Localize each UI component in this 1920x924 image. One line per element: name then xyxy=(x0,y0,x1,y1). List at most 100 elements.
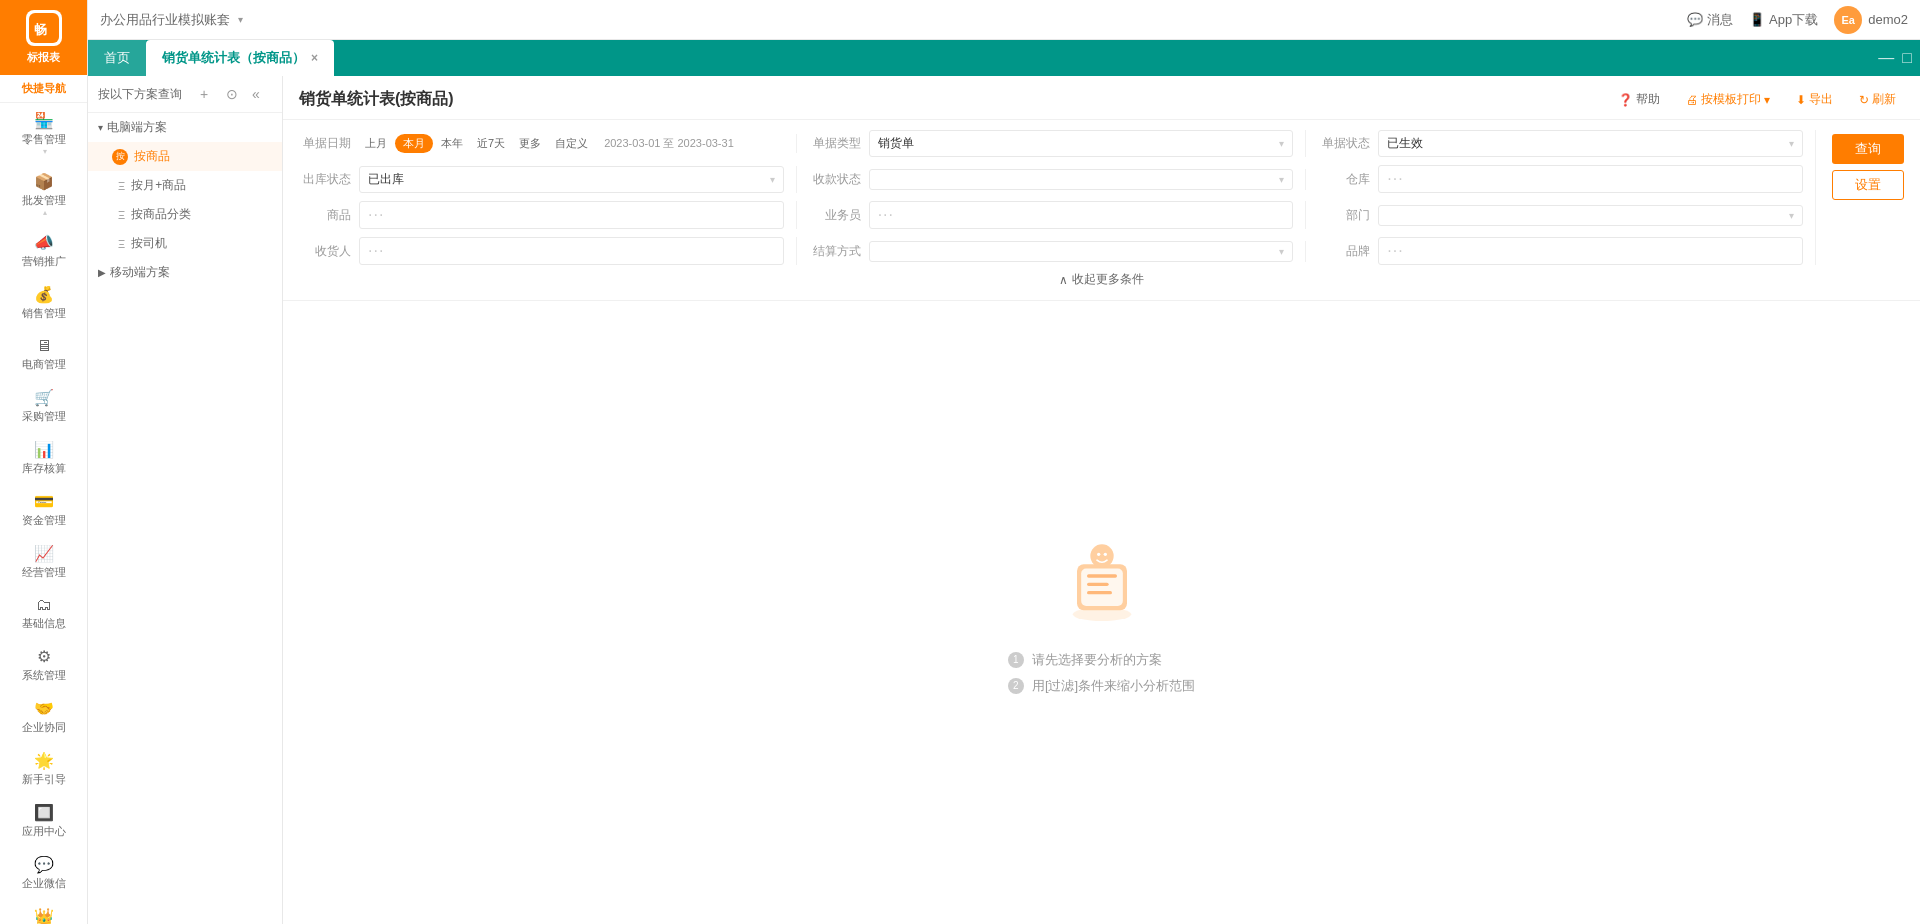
collapse-label: 收起更多条件 xyxy=(1072,271,1144,288)
scheme-sub-item-driver[interactable]: Ξ 按司机 xyxy=(88,229,282,258)
industry-label: 办公用品行业模拟账套 xyxy=(100,11,230,29)
basics-label: 基础信息 xyxy=(22,616,66,631)
sidebar-item-enterprise[interactable]: 🤝 企业协同 xyxy=(0,691,87,743)
sidebar-item-system[interactable]: ⚙ 系统管理 xyxy=(0,639,87,691)
print-btn[interactable]: 🖨 按模板打印 ▾ xyxy=(1678,88,1778,111)
filter-area: 单据日期 上月 本月 本年 近7天 更多 自定义 xyxy=(283,120,1920,301)
wholesale-label: 批发管理 xyxy=(22,193,66,208)
date-btn-more[interactable]: 更多 xyxy=(513,134,547,153)
svg-rect-4 xyxy=(1081,568,1123,606)
sidebar-item-basics[interactable]: 🗂 基础信息 xyxy=(0,588,87,639)
tab-home[interactable]: 首页 xyxy=(88,40,146,76)
sidebar-item-ecom[interactable]: 🖥 电商管理 xyxy=(0,329,87,380)
app-download-btn[interactable]: 📱 App下载 xyxy=(1749,11,1818,29)
sidebar-item-guide[interactable]: 🌟 新手引导 xyxy=(0,743,87,795)
page-title: 销货单统计表(按商品) xyxy=(299,89,454,110)
settings-btn[interactable]: 设置 xyxy=(1832,170,1904,200)
ecom-label: 电商管理 xyxy=(22,357,66,372)
date-btn-thismonth[interactable]: 本月 xyxy=(395,134,433,153)
refresh-label: 刷新 xyxy=(1872,91,1896,108)
sidebar-item-finance[interactable]: 💳 资金管理 xyxy=(0,484,87,536)
sub-item-icon-1: Ξ xyxy=(118,180,125,192)
svg-rect-7 xyxy=(1087,591,1112,594)
date-btn-custom[interactable]: 自定义 xyxy=(549,134,594,153)
goods-label: 商品 xyxy=(299,207,359,224)
doc-type-label: 单据类型 xyxy=(809,135,869,152)
scheme-panel-header: 按以下方案查询 + ⊙ « xyxy=(88,76,282,113)
guide-icon: 🌟 xyxy=(34,751,54,770)
sidebar-logo: 畅 标报表 xyxy=(0,0,87,75)
date-btn-thisyear[interactable]: 本年 xyxy=(435,134,469,153)
salesman-input[interactable]: ··· xyxy=(869,201,1294,229)
sidebar-item-sales[interactable]: 💰 销售管理 xyxy=(0,277,87,329)
scheme-group-mobile-title[interactable]: ▶ 移动端方案 xyxy=(88,258,282,287)
sidebar-item-wholesale[interactable]: 📦 批发管理 ▴ xyxy=(0,164,87,225)
recipient-dots: ··· xyxy=(368,242,384,260)
sidebar-item-purchase[interactable]: 🛒 采购管理 xyxy=(0,380,87,432)
ecom-icon: 🖥 xyxy=(36,337,52,355)
empty-tip-2: 2 用[过滤]条件来缩小分析范围 xyxy=(1008,677,1195,695)
receipt-status-arrow: ▾ xyxy=(1279,174,1284,185)
goods-input[interactable]: ··· xyxy=(359,201,784,229)
scheme-collapse-btn[interactable]: « xyxy=(252,84,272,104)
download-icon: 📱 xyxy=(1749,12,1765,27)
scheme-header-label: 按以下方案查询 xyxy=(98,86,194,103)
payment-arrow: ▾ xyxy=(1279,246,1284,257)
sidebar-item-marketing[interactable]: 📣 营销推广 xyxy=(0,225,87,277)
member-icon: 👑 xyxy=(34,907,54,924)
system-icon: ⚙ xyxy=(37,647,51,666)
tab-minimize-btn[interactable]: — xyxy=(1878,49,1894,67)
collapse-bar[interactable]: ∧ 收起更多条件 xyxy=(299,265,1904,290)
wechat-icon: 💬 xyxy=(34,855,54,874)
sidebar-item-operations[interactable]: 📈 经营管理 xyxy=(0,536,87,588)
industry-dropdown-arrow[interactable]: ▾ xyxy=(238,14,243,25)
message-btn[interactable]: 💬 消息 xyxy=(1687,11,1733,29)
doc-status-dropdown[interactable]: 已生效 ▾ xyxy=(1378,130,1803,157)
brand-label: 品牌 xyxy=(1318,243,1378,260)
scheme-item-by-goods[interactable]: 按 按商品 xyxy=(88,142,282,171)
dept-dropdown[interactable]: ▾ xyxy=(1378,205,1803,226)
page-title-bar: 销货单统计表(按商品) ❓ 帮助 🖨 按模板打印 ▾ ⬇ xyxy=(283,76,1920,120)
payment-dropdown[interactable]: ▾ xyxy=(869,241,1294,262)
scheme-add-btn[interactable]: + xyxy=(200,84,220,104)
refresh-btn[interactable]: ↻ 刷新 xyxy=(1851,88,1904,111)
recipient-input[interactable]: ··· xyxy=(359,237,784,265)
warehouse-input[interactable]: ··· xyxy=(1378,165,1803,193)
tab-home-label: 首页 xyxy=(104,49,130,67)
scheme-edit-btn[interactable]: ⊙ xyxy=(226,84,246,104)
message-label: 消息 xyxy=(1707,11,1733,29)
out-status-dropdown[interactable]: 已出库 ▾ xyxy=(359,166,784,193)
sidebar-item-member[interactable]: 👑 畅会员 xyxy=(0,899,87,924)
scheme-sub-item-category[interactable]: Ξ 按商品分类 xyxy=(88,200,282,229)
tab-close-btn[interactable]: × xyxy=(311,51,318,65)
query-btn[interactable]: 查询 xyxy=(1832,134,1904,164)
doc-type-dropdown[interactable]: 销货单 ▾ xyxy=(869,130,1294,157)
print-dropdown-arrow[interactable]: ▾ xyxy=(1764,93,1770,107)
sidebar-item-retail[interactable]: 🏪 零售管理 ▾ xyxy=(0,103,87,164)
user-info[interactable]: Ea demo2 xyxy=(1834,6,1908,34)
user-name: demo2 xyxy=(1868,12,1908,27)
sidebar-item-appcenter[interactable]: 🔲 应用中心 xyxy=(0,795,87,847)
sidebar-item-inventory[interactable]: 📊 库存核算 xyxy=(0,432,87,484)
receipt-status-label: 收款状态 xyxy=(809,171,869,188)
wholesale-icon: 📦 xyxy=(34,172,54,191)
export-btn[interactable]: ⬇ 导出 xyxy=(1788,88,1841,111)
receipt-status-dropdown[interactable]: ▾ xyxy=(869,169,1294,190)
export-icon: ⬇ xyxy=(1796,93,1806,107)
scheme-group-desktop-title[interactable]: ▾ 电脑端方案 xyxy=(88,113,282,142)
tab-maximize-btn[interactable]: □ xyxy=(1902,49,1912,67)
sidebar-shortcut[interactable]: 快捷导航 xyxy=(0,75,87,103)
tab-active[interactable]: 销货单统计表（按商品） × xyxy=(146,40,334,76)
desktop-group-arrow: ▾ xyxy=(98,122,103,133)
refresh-icon: ↻ xyxy=(1859,93,1869,107)
date-btn-lastmonth[interactable]: 上月 xyxy=(359,134,393,153)
sidebar-item-wechat[interactable]: 💬 企业微信 xyxy=(0,847,87,899)
help-btn[interactable]: ❓ 帮助 xyxy=(1610,88,1668,111)
top-header-left: 办公用品行业模拟账套 ▾ xyxy=(100,11,243,29)
brand-input[interactable]: ··· xyxy=(1378,237,1803,265)
payment-label: 结算方式 xyxy=(809,243,869,260)
sub-item-label-3: 按司机 xyxy=(131,235,167,252)
date-btn-7days[interactable]: 近7天 xyxy=(471,134,511,153)
scheme-sub-item-month-goods[interactable]: Ξ 按月+商品 xyxy=(88,171,282,200)
app-logo-icon: 畅 xyxy=(26,10,62,46)
